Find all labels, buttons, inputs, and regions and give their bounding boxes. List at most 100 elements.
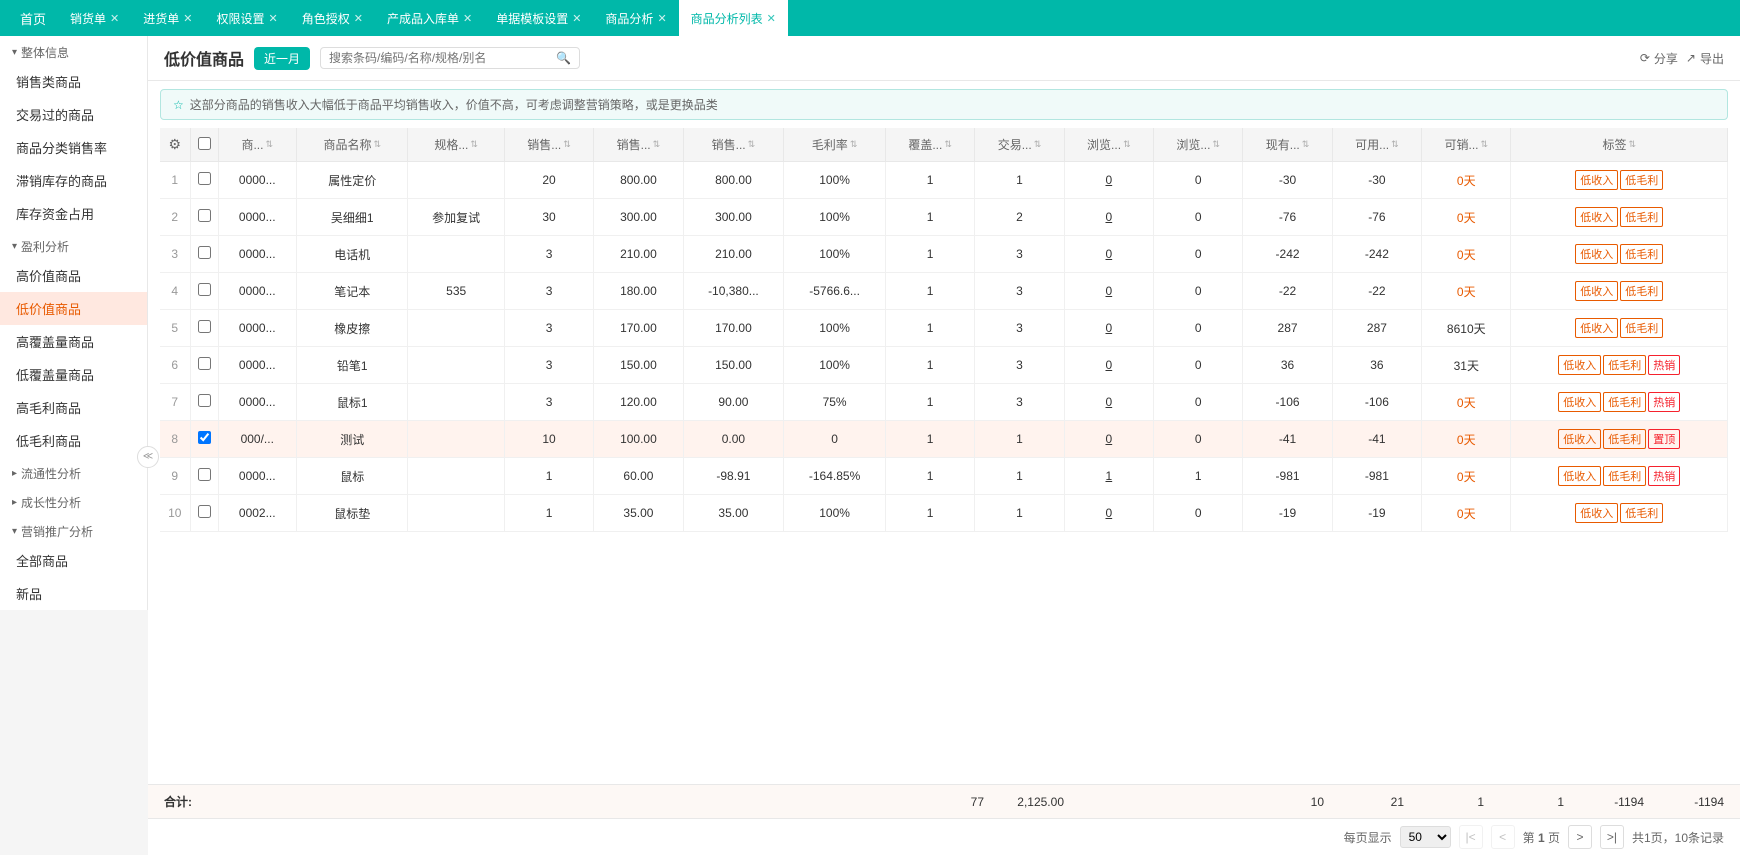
- nav-role-auth[interactable]: 角色授权 ✕: [290, 0, 375, 36]
- col-name[interactable]: 商品名称⇅: [297, 128, 408, 162]
- sidebar-group-growth[interactable]: ▸ 成长性分析: [0, 486, 147, 515]
- col-spec[interactable]: 规格...⇅: [408, 128, 504, 162]
- nav-product-analysis[interactable]: 商品分析 ✕: [593, 0, 678, 36]
- total-qty: 77: [924, 795, 984, 809]
- row-checkbox[interactable]: [198, 246, 211, 259]
- nav-purchase-order[interactable]: 进货单 ✕: [131, 0, 204, 36]
- row-checkbox[interactable]: [198, 505, 211, 518]
- last-page-button[interactable]: >|: [1600, 825, 1624, 849]
- row-view1[interactable]: 0: [1064, 495, 1153, 532]
- row-checkbox[interactable]: [198, 172, 211, 185]
- row-qty: 1: [504, 458, 593, 495]
- row-view1[interactable]: 0: [1064, 162, 1153, 199]
- row-num: 5: [160, 310, 190, 347]
- sidebar-item-new-products[interactable]: 新品: [0, 577, 147, 610]
- first-page-button[interactable]: |<: [1459, 825, 1483, 849]
- col-sku[interactable]: 商...⇅: [218, 128, 297, 162]
- row-view1[interactable]: 0: [1064, 421, 1153, 458]
- row-trade: 3: [975, 384, 1064, 421]
- row-avg: 800.00: [683, 162, 784, 199]
- product-tag: 低收入: [1575, 318, 1618, 338]
- row-view1[interactable]: 0: [1064, 236, 1153, 273]
- col-amount[interactable]: 销售...⇅: [594, 128, 683, 162]
- sidebar-item-category-sales-rate[interactable]: 商品分类销售率: [0, 131, 147, 164]
- sidebar-group-marketing[interactable]: ▾ 营销推广分析: [0, 515, 147, 544]
- filter-recent-month-button[interactable]: 近一月: [254, 47, 310, 70]
- col-trade[interactable]: 交易...⇅: [975, 128, 1064, 162]
- row-trade: 2: [975, 199, 1064, 236]
- col-view1[interactable]: 浏览...⇅: [1064, 128, 1153, 162]
- row-view1[interactable]: 0: [1064, 199, 1153, 236]
- share-button[interactable]: ⟳ 分享: [1640, 50, 1678, 67]
- export-icon: ↗: [1686, 51, 1696, 65]
- row-avg: 90.00: [683, 384, 784, 421]
- col-avail[interactable]: 可用...⇅: [1332, 128, 1421, 162]
- row-checkbox[interactable]: [198, 320, 211, 333]
- col-view2[interactable]: 浏览...⇅: [1154, 128, 1243, 162]
- sidebar-item-sales-products[interactable]: 销售类商品: [0, 65, 147, 98]
- search-icon[interactable]: 🔍: [556, 51, 571, 65]
- row-qty: 3: [504, 384, 593, 421]
- table-row: 7 0000... 鼠标1 3 120.00 90.00 75% 1 3 0 0…: [160, 384, 1728, 421]
- sidebar-item-all-products[interactable]: 全部商品: [0, 544, 147, 577]
- row-avg: 35.00: [683, 495, 784, 532]
- nav-permissions[interactable]: 权限设置 ✕: [204, 0, 289, 36]
- sidebar-item-low-margin[interactable]: 低毛利商品: [0, 424, 147, 457]
- row-view1[interactable]: 0: [1064, 347, 1153, 384]
- sidebar-item-high-margin[interactable]: 高毛利商品: [0, 391, 147, 424]
- col-coverage[interactable]: 覆盖...⇅: [885, 128, 974, 162]
- col-checkbox[interactable]: [190, 128, 218, 162]
- nav-product-inbound[interactable]: 产成品入库单 ✕: [375, 0, 484, 36]
- row-coverage: 1: [885, 384, 974, 421]
- row-avail: -106: [1332, 384, 1421, 421]
- row-name: 橡皮擦: [297, 310, 408, 347]
- sidebar-item-low-coverage[interactable]: 低覆盖量商品: [0, 358, 147, 391]
- row-tags: 低收入低毛利: [1511, 273, 1728, 310]
- row-checkbox[interactable]: [198, 357, 211, 370]
- row-checkbox[interactable]: [198, 468, 211, 481]
- page-size-select[interactable]: 50 100 200: [1400, 826, 1451, 848]
- sidebar-item-low-value[interactable]: 低价值商品: [0, 292, 147, 325]
- col-stock[interactable]: 现有...⇅: [1243, 128, 1332, 162]
- pagination-bar: 每页显示 50 100 200 |< < 第 1 页 > >| 共1页，10条记…: [148, 818, 1740, 855]
- row-view1[interactable]: 0: [1064, 310, 1153, 347]
- nav-home[interactable]: 首页: [8, 0, 58, 36]
- nav-template-settings[interactable]: 单据模板设置 ✕: [484, 0, 593, 36]
- col-settings[interactable]: ⚙: [160, 128, 190, 162]
- next-page-button[interactable]: >: [1568, 825, 1592, 849]
- row-checkbox[interactable]: [198, 431, 211, 444]
- sidebar-group-overall[interactable]: ▾ 整体信息: [0, 36, 147, 65]
- col-avg[interactable]: 销售...⇅: [683, 128, 784, 162]
- col-saleable[interactable]: 可销...⇅: [1422, 128, 1511, 162]
- row-checkbox[interactable]: [198, 209, 211, 222]
- row-sku: 0000...: [218, 273, 297, 310]
- col-qty[interactable]: 销售...⇅: [504, 128, 593, 162]
- sidebar-item-stock-capital[interactable]: 库存资金占用: [0, 197, 147, 230]
- sidebar-item-high-value[interactable]: 高价值商品: [0, 259, 147, 292]
- nav-sales-order[interactable]: 销货单 ✕: [58, 0, 131, 36]
- col-margin[interactable]: 毛利率⇅: [784, 128, 886, 162]
- row-amount: 800.00: [594, 162, 683, 199]
- col-tags[interactable]: 标签⇅: [1511, 128, 1728, 162]
- sidebar-collapse-button[interactable]: ≪: [137, 446, 159, 468]
- nav-product-analysis-list[interactable]: 商品分析列表 ✕: [679, 0, 788, 36]
- row-checkbox[interactable]: [198, 394, 211, 407]
- row-avail: -76: [1332, 199, 1421, 236]
- export-button[interactable]: ↗ 导出: [1686, 50, 1724, 67]
- row-avg: 210.00: [683, 236, 784, 273]
- row-view1[interactable]: 0: [1064, 384, 1153, 421]
- sidebar-group-profit[interactable]: ▾ 盈利分析: [0, 230, 147, 259]
- row-view2: 0: [1154, 273, 1243, 310]
- sidebar-item-high-coverage[interactable]: 高覆盖量商品: [0, 325, 147, 358]
- select-all-checkbox[interactable]: [198, 137, 211, 150]
- row-view1[interactable]: 1: [1064, 458, 1153, 495]
- search-input[interactable]: [329, 51, 552, 65]
- row-view1[interactable]: 0: [1064, 273, 1153, 310]
- sidebar-group-circulation[interactable]: ▸ 流通性分析: [0, 457, 147, 486]
- row-amount: 35.00: [594, 495, 683, 532]
- row-checkbox[interactable]: [198, 283, 211, 296]
- sidebar-item-slow-moving[interactable]: 滞销库存的商品: [0, 164, 147, 197]
- row-coverage: 1: [885, 310, 974, 347]
- prev-page-button[interactable]: <: [1491, 825, 1515, 849]
- sidebar-item-traded-products[interactable]: 交易过的商品: [0, 98, 147, 131]
